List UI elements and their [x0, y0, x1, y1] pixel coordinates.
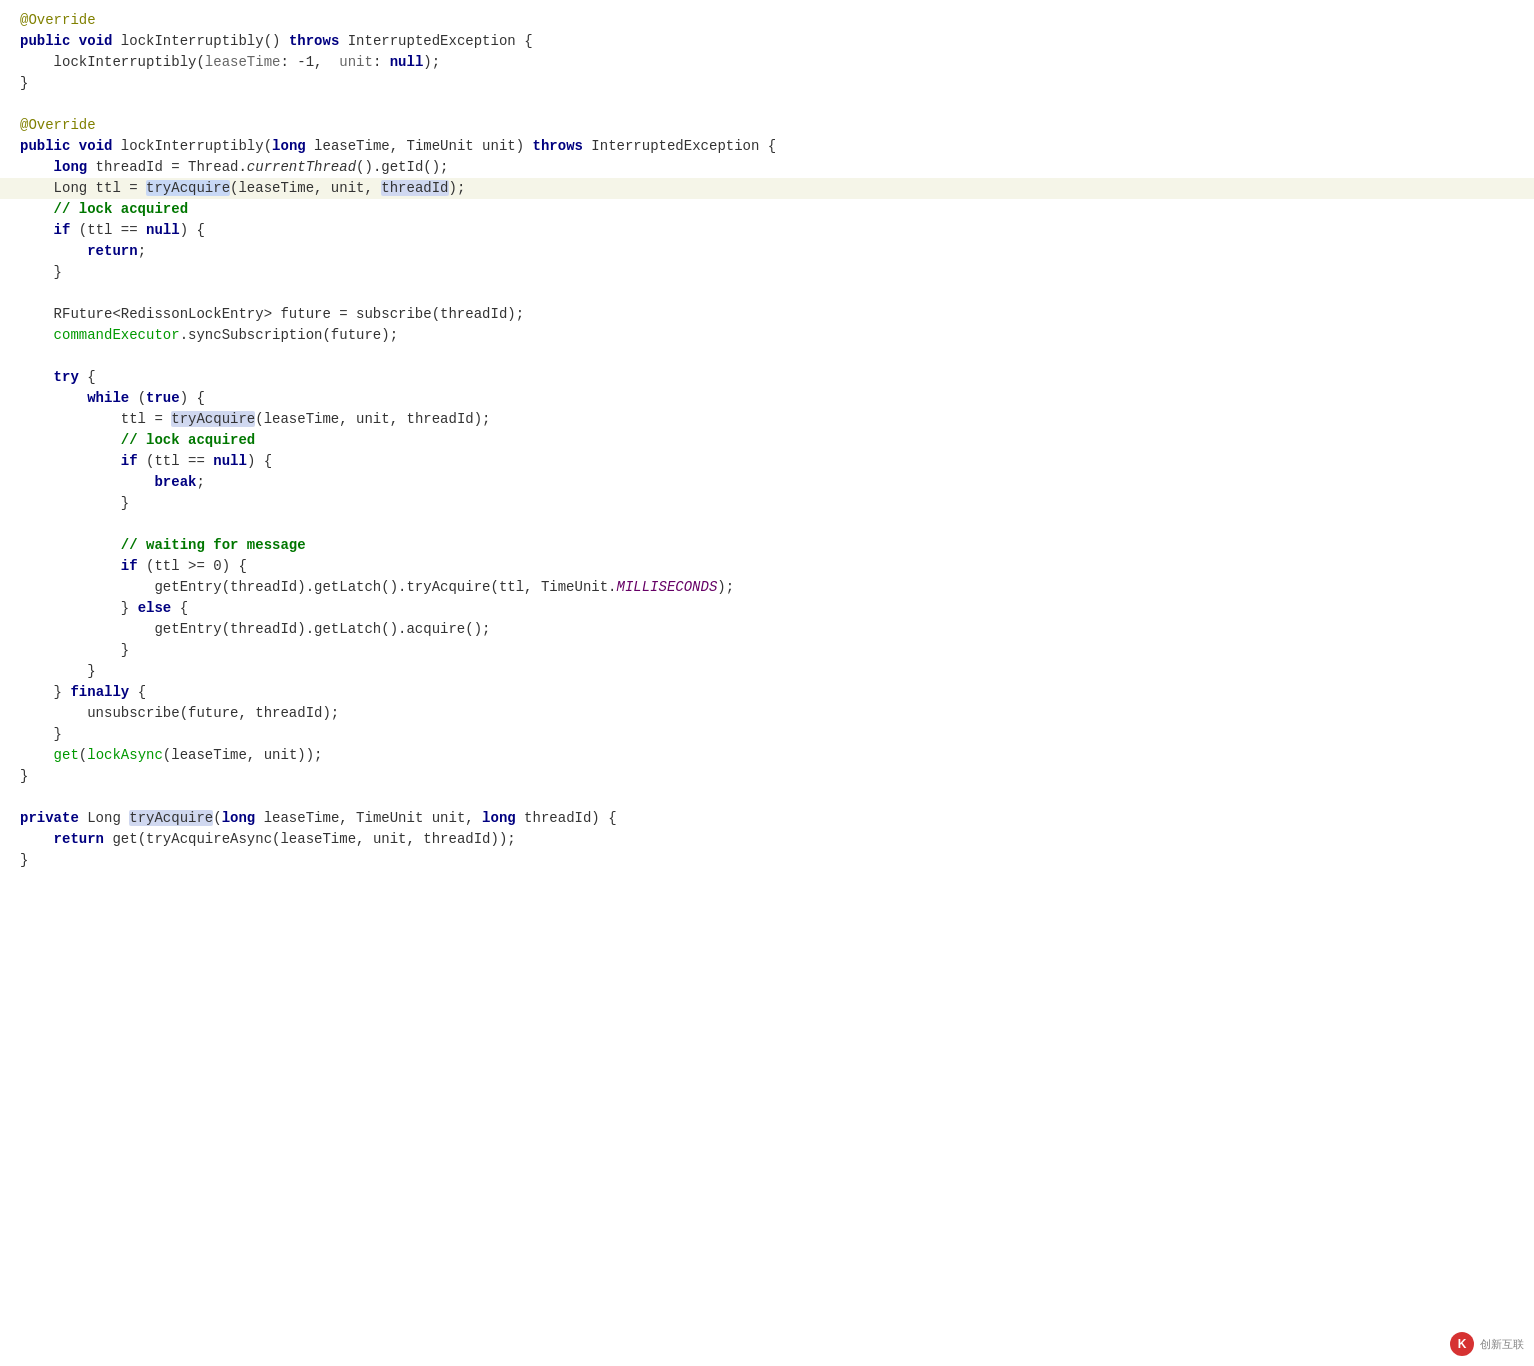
- code-line-41: }: [0, 850, 1534, 871]
- code-line-20: ttl = tryAcquire(leaseTime, unit, thread…: [0, 409, 1534, 430]
- code-line-30: getEntry(threadId).getLatch().acquire();: [0, 619, 1534, 640]
- code-line-21: // lock acquired: [0, 430, 1534, 451]
- watermark: K 创新互联: [1450, 1332, 1524, 1356]
- code-line-18: try {: [0, 367, 1534, 388]
- code-line-37: }: [0, 766, 1534, 787]
- code-line-14: [0, 283, 1534, 304]
- code-line-38: [0, 787, 1534, 808]
- code-line-2: public void lockInterruptibly() throws I…: [0, 31, 1534, 52]
- code-line-35: }: [0, 724, 1534, 745]
- code-line-9: Long ttl = tryAcquire(leaseTime, unit, t…: [0, 178, 1534, 199]
- code-line-17: [0, 346, 1534, 367]
- watermark-text: 创新互联: [1480, 1336, 1524, 1353]
- code-line-4: }: [0, 73, 1534, 94]
- code-line-25: [0, 514, 1534, 535]
- code-line-5: [0, 94, 1534, 115]
- code-line-32: }: [0, 661, 1534, 682]
- code-line-19: while (true) {: [0, 388, 1534, 409]
- code-line-36: get(lockAsync(leaseTime, unit));: [0, 745, 1534, 766]
- code-line-15: RFuture<RedissonLockEntry> future = subs…: [0, 304, 1534, 325]
- code-line-1: @Override: [0, 10, 1534, 31]
- code-line-23: break;: [0, 472, 1534, 493]
- code-line-31: }: [0, 640, 1534, 661]
- code-line-6: @Override: [0, 115, 1534, 136]
- code-line-12: return;: [0, 241, 1534, 262]
- code-line-29: } else {: [0, 598, 1534, 619]
- code-line-28: getEntry(threadId).getLatch().tryAcquire…: [0, 577, 1534, 598]
- code-line-11: if (ttl == null) {: [0, 220, 1534, 241]
- code-line-40: return get(tryAcquireAsync(leaseTime, un…: [0, 829, 1534, 850]
- code-line-34: unsubscribe(future, threadId);: [0, 703, 1534, 724]
- code-line-3: lockInterruptibly(leaseTime: -1, unit: n…: [0, 52, 1534, 73]
- code-line-22: if (ttl == null) {: [0, 451, 1534, 472]
- code-line-10: // lock acquired: [0, 199, 1534, 220]
- code-line-7: public void lockInterruptibly(long lease…: [0, 136, 1534, 157]
- code-line-39: private Long tryAcquire(long leaseTime, …: [0, 808, 1534, 829]
- code-line-13: }: [0, 262, 1534, 283]
- code-line-26: // waiting for message: [0, 535, 1534, 556]
- code-line-27: if (ttl >= 0) {: [0, 556, 1534, 577]
- code-line-8: long threadId = Thread.currentThread().g…: [0, 157, 1534, 178]
- code-line-24: }: [0, 493, 1534, 514]
- watermark-logo: K: [1450, 1332, 1474, 1356]
- code-editor: @Override public void lockInterruptibly(…: [0, 0, 1534, 1366]
- code-line-16: commandExecutor.syncSubscription(future)…: [0, 325, 1534, 346]
- code-line-33: } finally {: [0, 682, 1534, 703]
